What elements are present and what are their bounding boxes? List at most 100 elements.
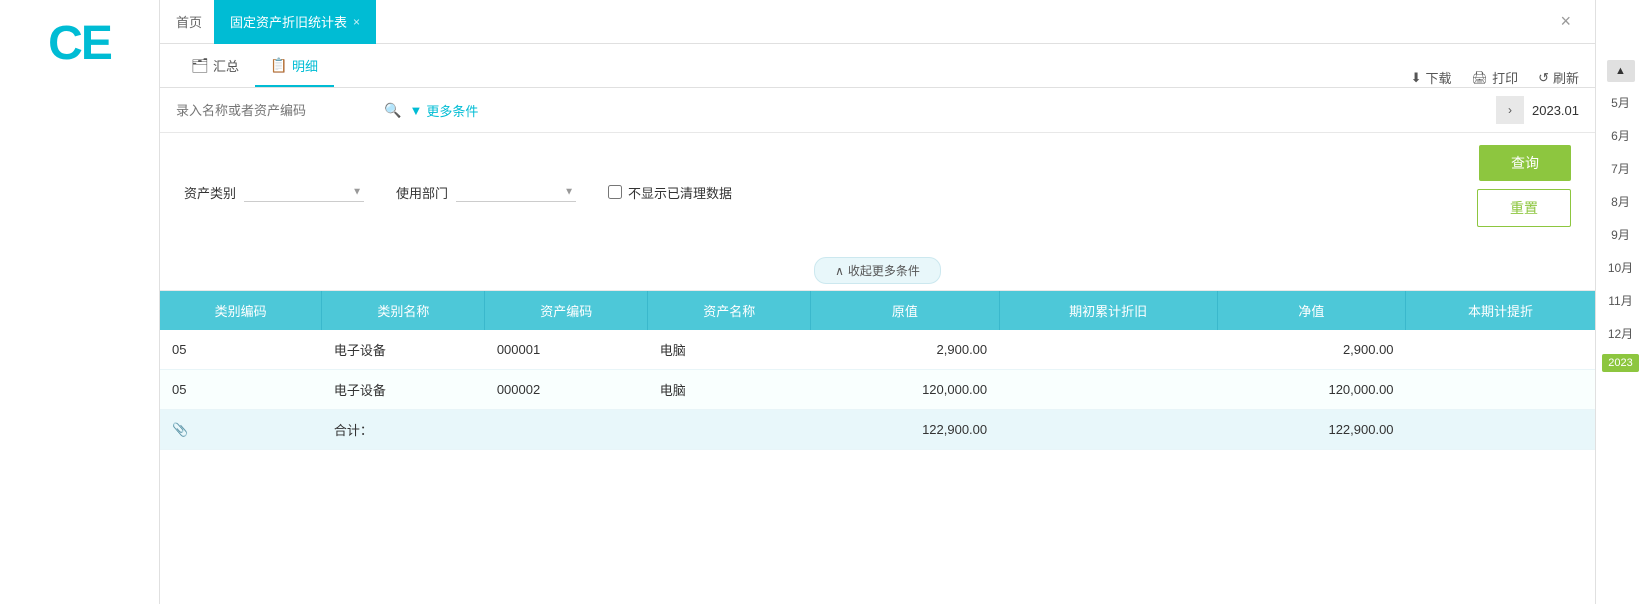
search-input[interactable] — [176, 103, 376, 118]
search-bar: 🔍 ▼ 更多条件 › 2023.01 — [160, 88, 1595, 133]
cell-net-value: 120,000.00 — [1217, 370, 1405, 410]
col-asset-name: 资产名称 — [648, 291, 811, 330]
cell-asset-name: 电脑 — [648, 370, 811, 410]
month-item[interactable]: 9月 — [1608, 218, 1633, 251]
col-category-code: 类别编码 — [160, 291, 322, 330]
active-tab[interactable]: 固定资产折旧统计表 × — [214, 0, 376, 44]
total-label: 合计： — [322, 410, 811, 450]
month-up-arrow[interactable]: ▲ — [1607, 60, 1635, 82]
cell-asset-code: 000001 — [485, 330, 648, 370]
tab-detail-label: 明细 — [292, 56, 318, 75]
col-original-value: 原值 — [811, 291, 999, 330]
filter-conditions: 资产类别 ▼ 使用部门 ▼ 不显示已清理数 — [160, 133, 1595, 291]
department-label: 使用部门 — [396, 183, 448, 202]
logo-text: CE — [48, 20, 111, 68]
cell-original-value: 2,900.00 — [811, 330, 999, 370]
asset-category-field: 资产类别 ▼ — [184, 182, 364, 202]
refresh-icon: ↺ — [1538, 70, 1549, 86]
tab-summary[interactable]: 🗂 汇总 — [176, 45, 255, 87]
cell-asset-code: 000002 — [485, 370, 648, 410]
col-asset-code: 资产编码 — [485, 291, 648, 330]
cell-current-dep — [1406, 370, 1595, 410]
col-current-dep: 本期计提折 — [1406, 291, 1595, 330]
refresh-button[interactable]: ↺ 刷新 — [1538, 68, 1579, 87]
download-icon: ⬇ — [1411, 70, 1422, 86]
print-button[interactable]: 🖨 打印 — [1472, 68, 1519, 87]
nav-home[interactable]: 首页 — [176, 12, 214, 31]
total-row: 📎 合计： 122,900.00 122,900.00 — [160, 410, 1595, 450]
department-select[interactable] — [456, 182, 576, 202]
summary-icon: 🗂 — [192, 57, 208, 73]
tab-close-icon[interactable]: × — [353, 15, 360, 29]
query-button[interactable]: 查询 — [1479, 145, 1571, 181]
table-row: 05 电子设备 000002 电脑 120,000.00 120,000.00 — [160, 370, 1595, 410]
main-area: 首页 固定资产折旧统计表 × × 🗂 汇总 📋 明细 ⬇ 下载 🖨 打印 — [160, 0, 1595, 604]
no-cleared-label: 不显示已清理数据 — [628, 183, 732, 202]
asset-category-label: 资产类别 — [184, 183, 236, 202]
window-close-button[interactable]: × — [1552, 7, 1579, 36]
total-current-dep — [1406, 410, 1595, 450]
total-accumulated-dep — [999, 410, 1217, 450]
col-accumulated-dep: 期初累计折旧 — [999, 291, 1217, 330]
filter-row-1: 资产类别 ▼ 使用部门 ▼ 不显示已清理数 — [184, 145, 1571, 239]
detail-icon: 📋 — [271, 57, 287, 73]
tab-label: 固定资产折旧统计表 — [230, 12, 347, 31]
cell-category-code: 05 — [160, 330, 322, 370]
date-panel-toggle[interactable]: › — [1496, 96, 1524, 124]
cell-category-code: 05 — [160, 370, 322, 410]
department-field: 使用部门 ▼ — [396, 182, 576, 202]
month-item[interactable]: 12月 — [1608, 317, 1633, 350]
date-label: 2023.01 — [1532, 103, 1579, 118]
asset-category-select[interactable] — [244, 182, 364, 202]
month-item[interactable]: 6月 — [1608, 119, 1633, 152]
table-header-row: 类别编码 类别名称 资产编码 资产名称 原值 期初累计折旧 净值 本期计提折 — [160, 291, 1595, 330]
collapse-button[interactable]: ∧ 收起更多条件 — [814, 257, 941, 284]
collapse-label: 收起更多条件 — [848, 262, 920, 279]
no-cleared-field: 不显示已清理数据 — [608, 183, 732, 202]
year-badge: 2023 — [1602, 354, 1638, 372]
collapse-arrow-icon: ∧ — [835, 264, 844, 278]
month-item[interactable]: 8月 — [1608, 185, 1633, 218]
col-category-name: 类别名称 — [322, 291, 485, 330]
col-net-value: 净值 — [1217, 291, 1405, 330]
month-item[interactable]: 11月 — [1608, 284, 1633, 317]
cell-net-value: 2,900.00 — [1217, 330, 1405, 370]
total-original-value: 122,900.00 — [811, 410, 999, 450]
asset-category-select-wrapper: ▼ — [244, 182, 364, 202]
cell-current-dep — [1406, 330, 1595, 370]
cell-category-name: 电子设备 — [322, 330, 485, 370]
download-label: 下载 — [1426, 68, 1452, 87]
month-item[interactable]: 7月 — [1608, 152, 1633, 185]
more-filter-button[interactable]: ▼ 更多条件 — [409, 101, 478, 120]
collapse-btn-row: ∧ 收起更多条件 — [184, 251, 1571, 290]
filter-buttons: 查询 重置 — [1477, 145, 1571, 227]
logo-panel: CE — [0, 0, 160, 604]
data-table: 类别编码 类别名称 资产编码 资产名称 原值 期初累计折旧 净值 本期计提折 0… — [160, 291, 1595, 450]
top-nav: 首页 固定资产折旧统计表 × × — [160, 0, 1595, 44]
print-label: 打印 — [1492, 68, 1518, 87]
toolbar-actions: ⬇ 下载 🖨 打印 ↺ 刷新 — [1411, 68, 1579, 87]
month-item[interactable]: 5月 — [1608, 86, 1633, 119]
tab-summary-label: 汇总 — [213, 56, 239, 75]
toolbar-tabs: 🗂 汇总 📋 明细 ⬇ 下载 🖨 打印 ↺ 刷新 — [160, 44, 1595, 88]
month-item[interactable]: 10月 — [1608, 251, 1633, 284]
tab-detail[interactable]: 📋 明细 — [255, 45, 334, 87]
cell-category-name: 电子设备 — [322, 370, 485, 410]
total-net-value: 122,900.00 — [1217, 410, 1405, 450]
no-cleared-checkbox[interactable] — [608, 185, 622, 199]
department-select-wrapper: ▼ — [456, 182, 576, 202]
print-icon: 🖨 — [1472, 70, 1489, 86]
cell-accumulated-dep — [999, 330, 1217, 370]
total-icon: 📎 — [160, 410, 322, 450]
refresh-label: 刷新 — [1553, 68, 1579, 87]
reset-button[interactable]: 重置 — [1477, 189, 1571, 227]
table-row: 05 电子设备 000001 电脑 2,900.00 2,900.00 — [160, 330, 1595, 370]
month-list: 5月6月7月8月9月10月11月12月 — [1608, 86, 1633, 350]
cell-original-value: 120,000.00 — [811, 370, 999, 410]
right-panel: ▲ 5月6月7月8月9月10月11月12月 2023 — [1595, 0, 1645, 604]
download-button[interactable]: ⬇ 下载 — [1411, 68, 1452, 87]
filter-icon: ▼ — [409, 103, 422, 118]
data-table-wrapper: 类别编码 类别名称 资产编码 资产名称 原值 期初累计折旧 净值 本期计提折 0… — [160, 291, 1595, 604]
filter-label: 更多条件 — [426, 101, 478, 120]
cell-asset-name: 电脑 — [648, 330, 811, 370]
